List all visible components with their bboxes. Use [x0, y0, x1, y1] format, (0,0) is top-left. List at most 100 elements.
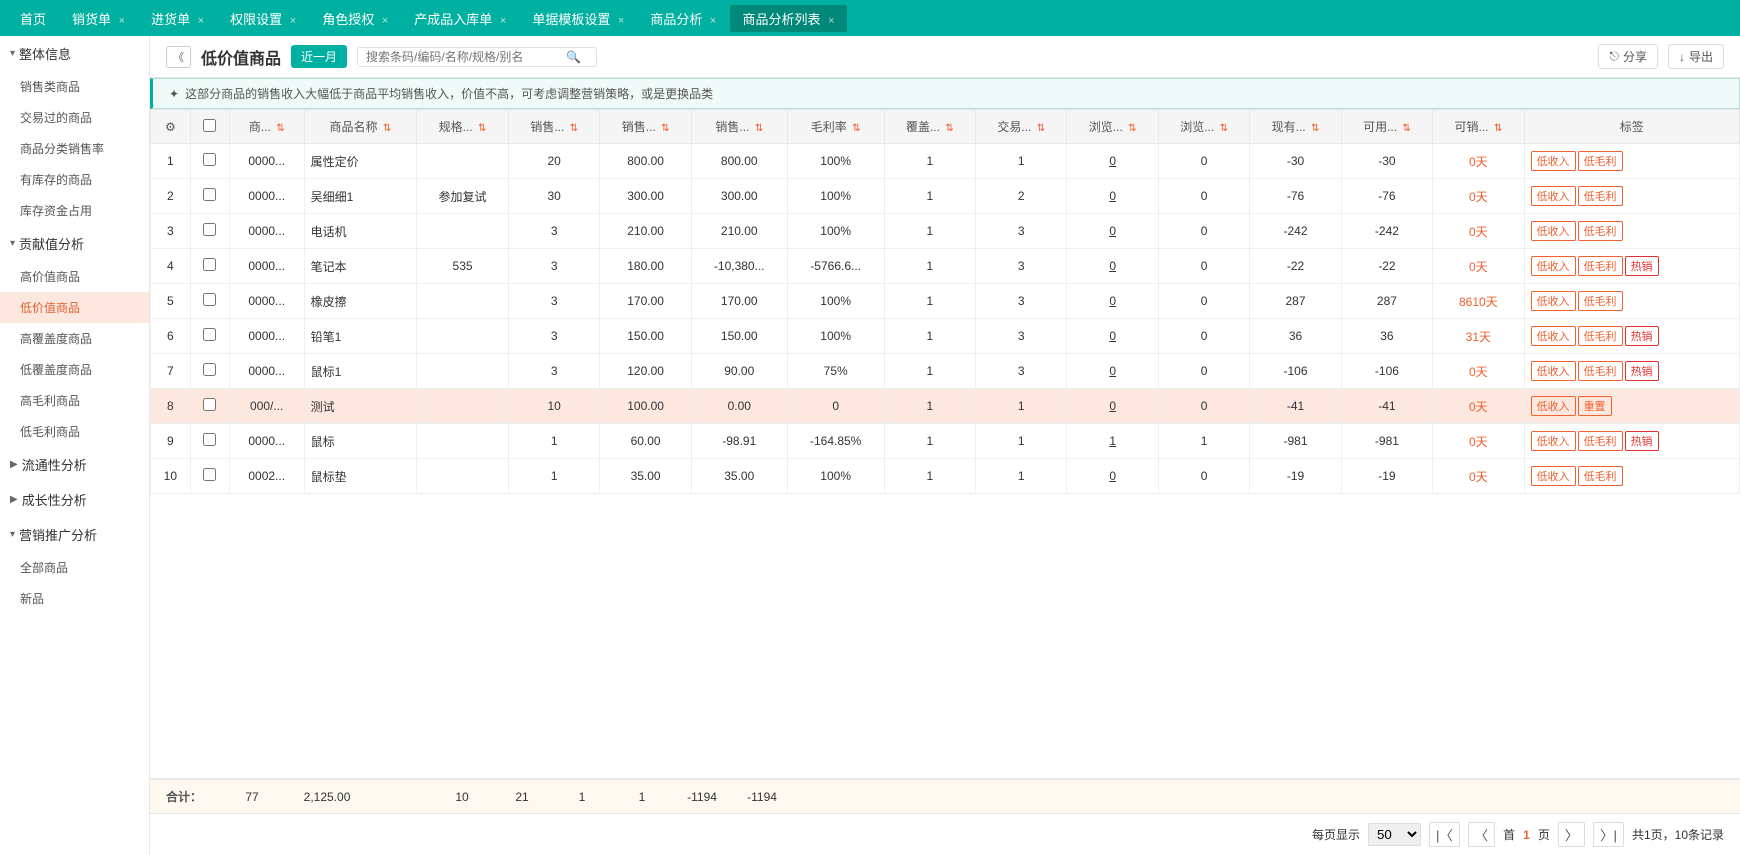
nav-sales-close[interactable]: × [119, 15, 125, 27]
footer-gross-margin [372, 790, 432, 804]
view1-link[interactable]: 0 [1109, 329, 1116, 343]
row-name: 橡皮擦 [304, 284, 417, 319]
last-page-btn[interactable]: 〉| [1593, 822, 1624, 847]
period-button[interactable]: 近一月 [291, 45, 347, 68]
sidebar-item-low-margin[interactable]: 低毛利商品 [0, 416, 149, 447]
row-checkbox[interactable] [203, 293, 216, 306]
row-checkbox[interactable] [203, 398, 216, 411]
row-view1[interactable]: 0 [1067, 179, 1158, 214]
col-sales-profit[interactable]: 销售... ⇅ [691, 110, 787, 144]
row-checkbox[interactable] [203, 433, 216, 446]
row-checkbox[interactable] [203, 468, 216, 481]
row-sales-qty: 3 [508, 214, 599, 249]
sidebar-item-high-coverage[interactable]: 高覆盖度商品 [0, 323, 149, 354]
row-view1[interactable]: 0 [1067, 284, 1158, 319]
view1-link[interactable]: 0 [1109, 224, 1116, 238]
row-transaction: 3 [976, 214, 1067, 249]
row-available: -22 [1341, 249, 1432, 284]
sidebar-item-inventory-capital[interactable]: 库存资金占用 [0, 195, 149, 226]
row-checkbox[interactable] [203, 223, 216, 236]
view1-link[interactable]: 0 [1109, 154, 1116, 168]
prev-page-btn[interactable]: 〈 [1468, 822, 1495, 847]
sidebar-section-overall[interactable]: ▾ 整体信息 [0, 36, 149, 71]
col-view2[interactable]: 浏览... ⇅ [1158, 110, 1249, 144]
row-checkbox[interactable] [203, 258, 216, 271]
nav-product-analysis[interactable]: 商品分析 × [638, 5, 728, 32]
export-button[interactable]: ↓ 导出 [1668, 44, 1724, 69]
sidebar-item-low-value[interactable]: 低价值商品 [0, 292, 149, 323]
col-sales-qty[interactable]: 销售... ⇅ [508, 110, 599, 144]
nav-product-analysis-close[interactable]: × [710, 15, 716, 27]
col-available[interactable]: 可用... ⇅ [1341, 110, 1432, 144]
row-view1[interactable]: 0 [1067, 389, 1158, 424]
sidebar-item-high-value[interactable]: 高价值商品 [0, 261, 149, 292]
view1-link[interactable]: 0 [1109, 399, 1116, 413]
col-code[interactable]: 商... ⇅ [229, 110, 304, 144]
nav-permissions[interactable]: 权限设置 × [218, 5, 308, 32]
row-view1[interactable]: 0 [1067, 249, 1158, 284]
row-view1[interactable]: 0 [1067, 144, 1158, 179]
col-name[interactable]: 商品名称 ⇅ [304, 110, 417, 144]
col-sellable[interactable]: 可销... ⇅ [1433, 110, 1524, 144]
sidebar-section-contribution[interactable]: ▾ 贡献值分析 [0, 226, 149, 261]
col-sales-amount[interactable]: 销售... ⇅ [600, 110, 691, 144]
col-spec[interactable]: 规格... ⇅ [417, 110, 509, 144]
nav-templates-close[interactable]: × [618, 15, 624, 27]
row-checkbox[interactable] [203, 188, 216, 201]
col-view1[interactable]: 浏览... ⇅ [1067, 110, 1158, 144]
nav-purchase-close[interactable]: × [198, 15, 204, 27]
row-view1[interactable]: 0 [1067, 319, 1158, 354]
search-icon[interactable]: 🔍 [566, 50, 581, 64]
row-view1[interactable]: 0 [1067, 214, 1158, 249]
select-all-checkbox[interactable] [203, 119, 216, 132]
sidebar-item-category-sales[interactable]: 商品分类销售率 [0, 133, 149, 164]
sidebar-item-new-products[interactable]: 新品 [0, 583, 149, 614]
sidebar-item-high-margin[interactable]: 高毛利商品 [0, 385, 149, 416]
col-settings[interactable]: ⚙ [151, 110, 191, 144]
nav-product-analysis-list[interactable]: 商品分析列表 × [730, 5, 846, 32]
nav-roles[interactable]: 角色授权 × [310, 5, 400, 32]
row-checkbox[interactable] [203, 328, 216, 341]
first-page-btn[interactable]: |〈 [1429, 822, 1460, 847]
nav-templates[interactable]: 单据模板设置 × [520, 5, 636, 32]
row-checkbox[interactable] [203, 363, 216, 376]
nav-product-analysis-list-close[interactable]: × [828, 15, 834, 27]
row-current-stock: -19 [1250, 459, 1341, 494]
sidebar-item-all-products[interactable]: 全部商品 [0, 552, 149, 583]
collapse-button[interactable]: 《 [166, 46, 191, 68]
view1-link[interactable]: 0 [1109, 259, 1116, 273]
nav-sales[interactable]: 销货单 × [60, 5, 137, 32]
nav-permissions-close[interactable]: × [290, 15, 296, 27]
sidebar-item-traded-products[interactable]: 交易过的商品 [0, 102, 149, 133]
next-page-btn[interactable]: 〉 [1558, 822, 1585, 847]
row-view1[interactable]: 1 [1067, 424, 1158, 459]
nav-home[interactable]: 首页 [8, 5, 58, 32]
view1-link[interactable]: 1 [1109, 434, 1116, 448]
view1-link[interactable]: 0 [1109, 469, 1116, 483]
view1-link[interactable]: 0 [1109, 189, 1116, 203]
sidebar-section-marketing[interactable]: ▾ 营销推广分析 [0, 517, 149, 552]
row-checkbox[interactable] [203, 153, 216, 166]
row-view1[interactable]: 0 [1067, 354, 1158, 389]
col-transaction[interactable]: 交易... ⇅ [976, 110, 1067, 144]
nav-roles-close[interactable]: × [382, 15, 388, 27]
nav-production[interactable]: 产成品入库单 × [402, 5, 518, 32]
row-sales-amount: 120.00 [600, 354, 691, 389]
col-current-stock[interactable]: 现有... ⇅ [1250, 110, 1341, 144]
col-gross-margin[interactable]: 毛利率 ⇅ [787, 110, 884, 144]
nav-production-close[interactable]: × [500, 15, 506, 27]
per-page-select[interactable]: 50 100 200 [1368, 823, 1421, 846]
col-coverage[interactable]: 覆盖... ⇅ [884, 110, 975, 144]
sidebar-item-low-coverage[interactable]: 低覆盖度商品 [0, 354, 149, 385]
row-view1[interactable]: 0 [1067, 459, 1158, 494]
sidebar-section-circulation[interactable]: ▶ 流通性分析 [0, 447, 149, 482]
nav-purchase[interactable]: 进货单 × [139, 5, 216, 32]
sidebar-item-stocked-products[interactable]: 有库存的商品 [0, 164, 149, 195]
share-button[interactable]: ⎋ 分享 [1598, 44, 1658, 69]
view1-link[interactable]: 0 [1109, 364, 1116, 378]
sidebar-section-growth[interactable]: ▶ 成长性分析 [0, 482, 149, 517]
view1-link[interactable]: 0 [1109, 294, 1116, 308]
search-input[interactable] [366, 50, 566, 64]
sidebar-item-sales-products[interactable]: 销售类商品 [0, 71, 149, 102]
table-wrapper[interactable]: ⚙ 商... ⇅ 商品名称 ⇅ 规格... ⇅ 销售... ⇅ 销售... ⇅ … [150, 109, 1740, 778]
